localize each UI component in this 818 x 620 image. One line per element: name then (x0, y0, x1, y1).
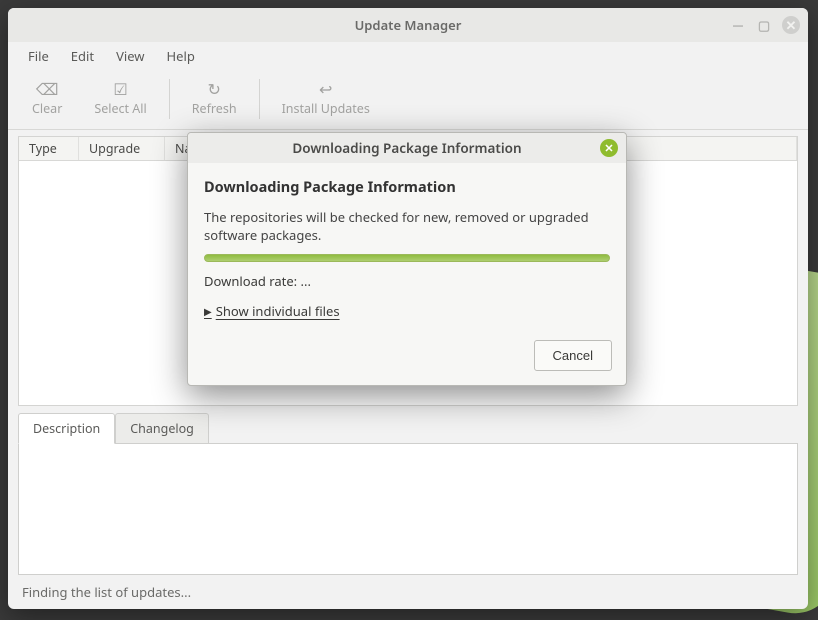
minimize-button[interactable]: － (730, 17, 746, 33)
dialog-buttons: Cancel (188, 330, 626, 385)
detail-tabs: Description Changelog (18, 412, 798, 443)
show-individual-files-expander[interactable]: ▶ Show individual files (204, 302, 340, 320)
clear-label: Clear (32, 100, 62, 117)
dialog-description: The repositories will be checked for new… (204, 209, 610, 244)
install-updates-button[interactable]: ↩ Install Updates (266, 79, 386, 119)
refresh-label: Refresh (192, 100, 237, 117)
dialog-body: Downloading Package Information The repo… (188, 163, 626, 330)
maximize-button[interactable]: ▢ (756, 17, 772, 33)
close-icon: ✕ (604, 141, 613, 156)
window-controls: － ▢ ✕ (730, 8, 800, 42)
dialog-heading: Downloading Package Information (204, 177, 610, 197)
expander-arrow-icon: ▶ (204, 304, 212, 318)
window-title: Update Manager (355, 16, 462, 34)
dialog-title: Downloading Package Information (292, 139, 521, 157)
toolbar: ⌫ Clear ☑ Select All ↻ Refresh ↩ Install… (8, 70, 808, 130)
toolbar-separator (259, 79, 260, 119)
tab-changelog[interactable]: Changelog (115, 413, 209, 444)
status-text: Finding the list of updates... (22, 583, 191, 601)
refresh-icon: ↻ (207, 81, 220, 97)
clear-icon: ⌫ (36, 81, 59, 97)
column-upgrade[interactable]: Upgrade (79, 137, 165, 160)
close-button[interactable]: ✕ (782, 16, 800, 34)
detail-panel (18, 443, 798, 575)
select-all-label: Select All (94, 100, 146, 117)
window-titlebar: Update Manager － ▢ ✕ (8, 8, 808, 42)
dialog-close-button[interactable]: ✕ (600, 139, 618, 157)
menu-edit[interactable]: Edit (61, 43, 104, 69)
download-rate: Download rate: ... (204, 272, 610, 290)
select-all-button[interactable]: ☑ Select All (78, 79, 162, 119)
dialog-titlebar: Downloading Package Information ✕ (188, 133, 626, 163)
menu-file[interactable]: File (18, 43, 59, 69)
tab-description[interactable]: Description (18, 413, 115, 444)
column-type[interactable]: Type (19, 137, 79, 160)
refresh-button[interactable]: ↻ Refresh (176, 79, 253, 119)
install-icon: ↩ (319, 81, 332, 97)
install-label: Install Updates (282, 100, 370, 117)
status-bar: Finding the list of updates... (8, 575, 808, 609)
menu-view[interactable]: View (106, 43, 154, 69)
menubar: File Edit View Help (8, 42, 808, 70)
expander-label: Show individual files (216, 302, 340, 320)
cancel-button[interactable]: Cancel (534, 340, 612, 371)
select-all-icon: ☑ (113, 81, 127, 97)
menu-help[interactable]: Help (157, 43, 205, 69)
clear-button[interactable]: ⌫ Clear (16, 79, 78, 119)
progress-bar (204, 254, 610, 262)
toolbar-separator (169, 79, 170, 119)
downloading-dialog: Downloading Package Information ✕ Downlo… (187, 132, 627, 386)
